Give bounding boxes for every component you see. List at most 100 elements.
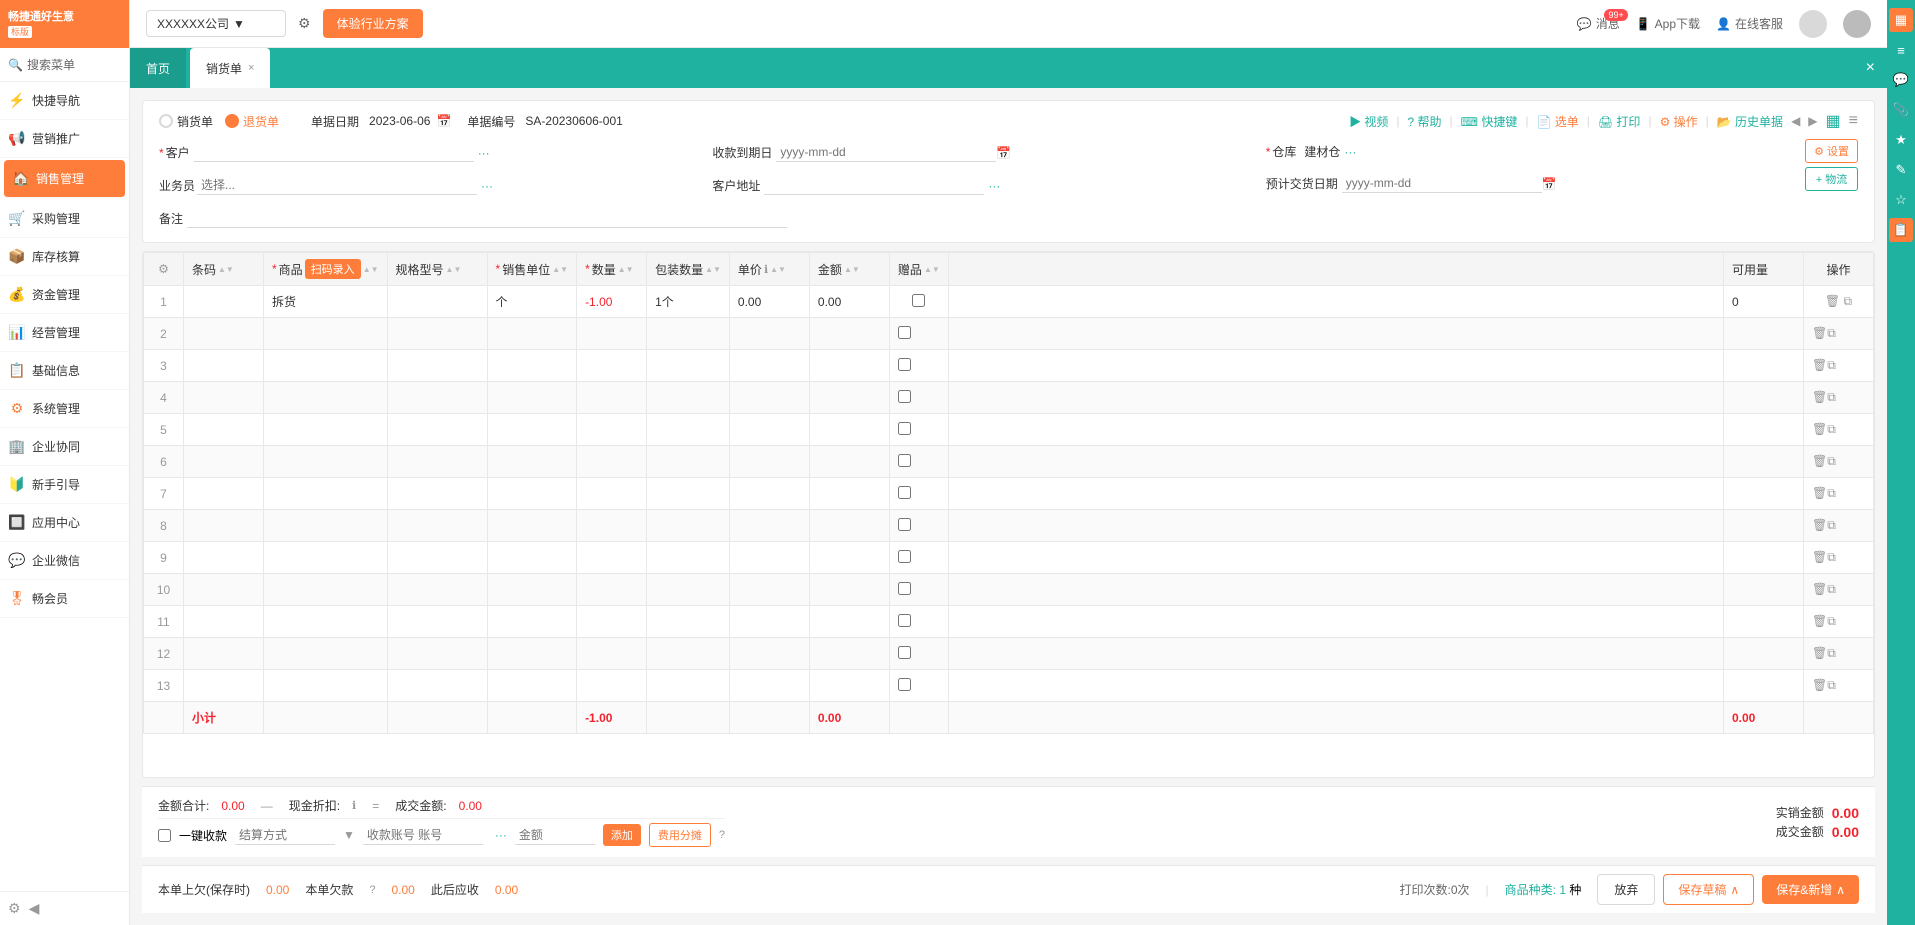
sidebar-item-membership[interactable]: 🎖 畅会员: [0, 580, 129, 618]
row-copy-icon[interactable]: ⧉: [1827, 614, 1836, 628]
row-price[interactable]: 0.00: [729, 286, 809, 318]
payment-amount-input[interactable]: [515, 826, 595, 845]
radio-return-order[interactable]: 退货单: [225, 113, 279, 130]
sidebar-item-basic-info[interactable]: 📋 基础信息: [0, 352, 129, 390]
row-delete-icon[interactable]: 🗑: [1812, 358, 1827, 372]
gift-checkbox[interactable]: [898, 358, 911, 371]
row-delete-icon[interactable]: 🗑: [1812, 390, 1827, 404]
row-amount[interactable]: 0.00: [809, 286, 889, 318]
right-panel-grid-icon[interactable]: ▦: [1889, 8, 1913, 32]
gift-checkbox[interactable]: [898, 678, 911, 691]
row-copy-icon[interactable]: ⧉: [1827, 550, 1836, 564]
user-avatar[interactable]: [1799, 10, 1827, 38]
gift-checkbox[interactable]: [912, 294, 925, 307]
row-unit[interactable]: 个: [487, 286, 577, 318]
row-copy-icon[interactable]: ⧉: [1827, 454, 1836, 468]
right-panel-attachment-icon[interactable]: 📎: [1889, 98, 1913, 122]
row-delete-icon[interactable]: 🗑: [1812, 614, 1827, 628]
sidebar-settings-icon[interactable]: ⚙: [8, 900, 21, 917]
row-copy-icon[interactable]: ⧉: [1827, 486, 1836, 500]
sidebar-item-operations[interactable]: 📊 经营管理: [0, 314, 129, 352]
row-barcode[interactable]: [184, 286, 264, 318]
row-delete-icon[interactable]: 🗑: [1812, 454, 1827, 468]
right-panel-bookmark-icon[interactable]: ★: [1889, 128, 1913, 152]
th-settings[interactable]: ⚙: [144, 253, 184, 286]
row-spec[interactable]: [387, 286, 487, 318]
row-delete-icon[interactable]: 🗑: [1812, 646, 1827, 660]
delivery-date-input[interactable]: [1342, 174, 1542, 193]
history-action[interactable]: 📂 历史单据: [1717, 113, 1783, 130]
table-settings-icon[interactable]: ⚙: [158, 262, 169, 276]
view-icon-grid[interactable]: ▦: [1826, 111, 1841, 131]
one-click-checkbox[interactable]: [158, 829, 171, 842]
shortcut-action[interactable]: ⌨ 快捷键: [1461, 113, 1518, 130]
row-product[interactable]: 拆货: [264, 286, 388, 318]
sidebar-collapse-icon[interactable]: ◀: [29, 900, 40, 917]
right-panel-comment-icon[interactable]: 💬: [1889, 68, 1913, 92]
payment-method-dropdown[interactable]: ▼: [343, 828, 355, 842]
operation-action[interactable]: ⚙ 操作: [1660, 113, 1698, 130]
sidebar-item-finance[interactable]: 💰 资金管理: [0, 276, 129, 314]
sidebar-item-inventory[interactable]: 📦 库存核算: [0, 238, 129, 276]
payment-due-calendar-icon[interactable]: 📅: [996, 146, 1011, 160]
row-delete-icon[interactable]: 🗑: [1812, 422, 1827, 436]
split-button[interactable]: 费用分摊: [649, 823, 711, 847]
row-qty[interactable]: -1.00: [577, 286, 647, 318]
row-copy-icon[interactable]: ⧉: [1827, 518, 1836, 532]
tab-home[interactable]: 首页: [130, 48, 186, 88]
pick-action[interactable]: 📄 选单: [1536, 113, 1578, 130]
print-action[interactable]: 🖨 打印: [1598, 113, 1641, 130]
row-delete-icon[interactable]: 🗑: [1812, 518, 1827, 532]
right-panel-list-icon[interactable]: ≡: [1889, 38, 1913, 62]
row-copy-icon[interactable]: ⧉: [1827, 678, 1836, 692]
scan-btn[interactable]: 扫码录入: [305, 259, 361, 279]
sidebar-item-guide[interactable]: 🔰 新手引导: [0, 466, 129, 504]
remarks-input[interactable]: [187, 209, 787, 228]
row-delete-icon[interactable]: 🗑: [1812, 582, 1827, 596]
tab-close-all-icon[interactable]: ×: [1854, 59, 1887, 77]
warehouse-dots[interactable]: ···: [1344, 145, 1356, 159]
sidebar-item-enterprise[interactable]: 🏢 企业协同: [0, 428, 129, 466]
row-copy-icon[interactable]: ⧉: [1827, 326, 1836, 340]
help-action[interactable]: ? 帮助: [1408, 113, 1442, 130]
nav-next-icon[interactable]: ▶: [1808, 114, 1817, 128]
sidebar-item-system[interactable]: ⚙ 系统管理: [0, 390, 129, 428]
doc-date-calendar-icon[interactable]: 📅: [436, 114, 451, 128]
nav-prev-icon[interactable]: ◀: [1791, 114, 1800, 128]
save-new-button[interactable]: 保存&新增 ∧: [1762, 875, 1859, 904]
tab-close-icon[interactable]: ×: [248, 62, 254, 74]
payment-help-icon[interactable]: ?: [719, 829, 725, 841]
row-copy-icon[interactable]: ⧉: [1827, 582, 1836, 596]
total-owed-info-icon[interactable]: ?: [369, 884, 375, 896]
gift-checkbox[interactable]: [898, 646, 911, 659]
customer-address-input[interactable]: [764, 176, 984, 195]
price-info-icon[interactable]: ℹ: [764, 263, 768, 276]
sidebar-item-quick-nav[interactable]: ⚡ 快捷导航: [0, 82, 129, 120]
right-panel-star-icon[interactable]: ☆: [1889, 188, 1913, 212]
user-avatar2[interactable]: [1843, 10, 1871, 38]
payment-due-input[interactable]: [776, 143, 996, 162]
radio-sales-order[interactable]: 销货单: [159, 113, 213, 130]
gift-checkbox[interactable]: [898, 550, 911, 563]
sidebar-item-app-center[interactable]: 🔲 应用中心: [0, 504, 129, 542]
gift-checkbox[interactable]: [898, 614, 911, 627]
row-delete-icon[interactable]: 🗑: [1812, 678, 1827, 692]
sidebar-item-purchase[interactable]: 🛒 采购管理: [0, 200, 129, 238]
save-draft-button[interactable]: 保存草稿 ∧: [1663, 874, 1754, 905]
account-dots[interactable]: ···: [495, 828, 507, 842]
trial-button[interactable]: 体验行业方案: [323, 9, 423, 38]
row-delete-icon[interactable]: 🗑: [1825, 294, 1840, 308]
customer-input[interactable]: [194, 143, 474, 162]
discount-info-icon[interactable]: ℹ: [352, 799, 356, 812]
gift-checkbox[interactable]: [898, 390, 911, 403]
sidebar-item-marketing[interactable]: 📢 营销推广: [0, 120, 129, 158]
row-copy-icon[interactable]: ⧉: [1827, 358, 1836, 372]
row-copy-icon[interactable]: ⧉: [1844, 294, 1853, 308]
right-panel-edit-icon[interactable]: ✎: [1889, 158, 1913, 182]
right-panel-orange-icon[interactable]: 📋: [1889, 218, 1913, 242]
row-delete-icon[interactable]: 🗑: [1812, 486, 1827, 500]
payment-method-input[interactable]: [235, 826, 335, 845]
online-service-group[interactable]: 👤 在线客服: [1716, 15, 1783, 32]
settings-button[interactable]: ⚙ 设置: [1805, 139, 1858, 163]
logistics-button[interactable]: + 物流: [1805, 167, 1858, 191]
